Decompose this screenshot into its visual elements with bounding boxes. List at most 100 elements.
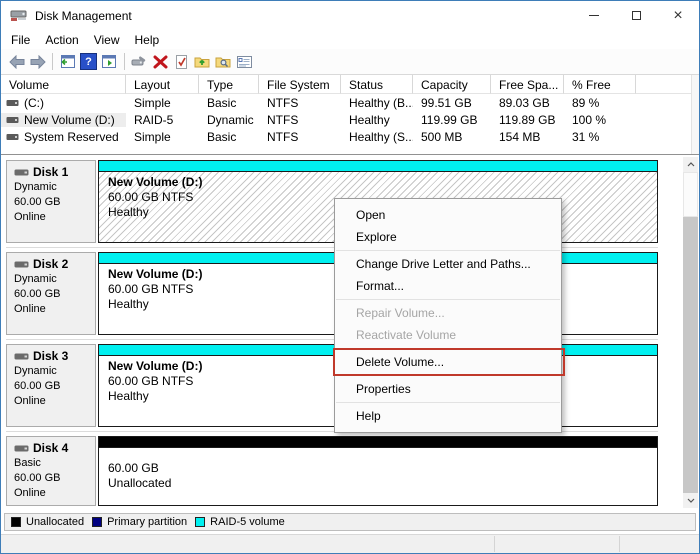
disk2-name: Disk 2 xyxy=(14,257,91,272)
scroll-down-icon[interactable] xyxy=(683,493,698,508)
scrollbar-thumb[interactable] xyxy=(683,172,698,217)
volume-list-header: Volume Layout Type File System Status Ca… xyxy=(1,75,699,94)
scroll-up-icon[interactable] xyxy=(683,157,698,172)
menu-item-change-drive-letter[interactable]: Change Drive Letter and Paths... xyxy=(335,253,561,275)
maximize-button[interactable] xyxy=(615,1,657,30)
action-pane-icon[interactable] xyxy=(100,53,119,71)
menu-view[interactable]: View xyxy=(94,33,120,47)
pct-free-cell: 89 % xyxy=(564,96,636,110)
disk3-size: 60.00 GB xyxy=(14,379,91,394)
minimize-button[interactable] xyxy=(573,1,615,30)
column-header-capacity[interactable]: Capacity xyxy=(413,75,491,94)
volume-cell: New Volume (D:) xyxy=(1,113,126,127)
disk1-kind: Dynamic xyxy=(14,180,91,195)
disk-row-4: Disk 4 Basic 60.00 GB Online 60.00 GB Un… xyxy=(6,436,658,506)
volume-info: 60.00 GB xyxy=(108,461,657,476)
legend-bar: Unallocated Primary partition RAID-5 vol… xyxy=(4,513,696,531)
back-icon[interactable] xyxy=(7,53,26,71)
menu-help[interactable]: Help xyxy=(135,33,160,47)
column-header-status[interactable]: Status xyxy=(341,75,413,94)
maximize-icon xyxy=(632,11,641,20)
menu-separator xyxy=(336,348,560,349)
explore-folder-icon[interactable] xyxy=(214,53,233,71)
menu-item-open[interactable]: Open xyxy=(335,204,561,226)
disk1-name: Disk 1 xyxy=(14,165,91,180)
raid5-strip xyxy=(99,161,657,172)
column-header-type[interactable]: Type xyxy=(199,75,259,94)
menu-separator xyxy=(336,375,560,376)
delete-volume-wrapper: Delete Volume... xyxy=(335,351,561,373)
primary-partition-swatch xyxy=(92,517,102,527)
menu-item-properties[interactable]: Properties xyxy=(335,378,561,400)
window-controls: × xyxy=(573,1,699,30)
disk4-panel[interactable]: Disk 4 Basic 60.00 GB Online xyxy=(6,436,96,506)
disk-icon xyxy=(14,352,29,361)
disk-icon xyxy=(14,168,29,177)
drive-icon xyxy=(6,116,19,124)
menu-action[interactable]: Action xyxy=(45,33,78,47)
disk4-volume-bar[interactable]: 60.00 GB Unallocated xyxy=(98,436,658,506)
volume-row-new-volume-d[interactable]: New Volume (D:) RAID-5 Dynamic NTFS Heal… xyxy=(1,111,699,128)
layout-cell: Simple xyxy=(126,130,199,144)
menubar: File Action View Help xyxy=(1,30,699,49)
capacity-cell: 500 MB xyxy=(413,130,491,144)
type-cell: Basic xyxy=(199,130,259,144)
pct-free-cell: 100 % xyxy=(564,113,636,127)
forward-icon[interactable] xyxy=(28,53,47,71)
file-system-cell: NTFS xyxy=(259,113,341,127)
menu-separator xyxy=(336,250,560,251)
status-cell: Healthy xyxy=(341,113,413,127)
free-space-cell: 119.89 GB xyxy=(491,113,564,127)
volume-context-menu: Open Explore Change Drive Letter and Pat… xyxy=(334,198,562,433)
properties-icon[interactable] xyxy=(235,53,254,71)
toolbar-separator xyxy=(124,53,125,70)
menu-item-help[interactable]: Help xyxy=(335,405,561,427)
disk-pane-scrollbar[interactable] xyxy=(683,157,698,508)
column-header-free-space[interactable]: Free Spa... xyxy=(491,75,564,94)
disk2-kind: Dynamic xyxy=(14,272,91,287)
disk-management-app-icon xyxy=(10,8,28,24)
volume-row-c[interactable]: (C:) Simple Basic NTFS Healthy (B... 99.… xyxy=(1,94,699,111)
drive-icon xyxy=(6,133,19,141)
column-header-file-system[interactable]: File System xyxy=(259,75,341,94)
disk1-panel[interactable]: Disk 1 Dynamic 60.00 GB Online xyxy=(6,160,96,243)
console-tree-icon[interactable] xyxy=(58,53,77,71)
volume-cell: (C:) xyxy=(1,96,126,110)
disk2-status: Online xyxy=(14,302,91,317)
disk3-panel[interactable]: Disk 3 Dynamic 60.00 GB Online xyxy=(6,344,96,427)
volume-row-system-reserved[interactable]: System Reserved Simple Basic NTFS Health… xyxy=(1,128,699,145)
menu-item-explore[interactable]: Explore xyxy=(335,226,561,248)
menu-item-reactivate-volume: Reactivate Volume xyxy=(335,324,561,346)
help-icon[interactable]: ? xyxy=(79,53,98,71)
column-header-layout[interactable]: Layout xyxy=(126,75,199,94)
disk1-status: Online xyxy=(14,210,91,225)
legend-label: Primary partition xyxy=(107,516,187,528)
delete-icon[interactable] xyxy=(151,53,170,71)
close-icon: × xyxy=(673,8,682,24)
column-header-volume[interactable]: Volume xyxy=(1,75,126,94)
mark-active-icon[interactable] xyxy=(172,53,191,71)
titlebar: Disk Management × xyxy=(1,1,699,30)
disk4-size: 60.00 GB xyxy=(14,471,91,486)
menu-separator xyxy=(336,402,560,403)
volume-list-scrollbar[interactable] xyxy=(691,75,699,154)
menu-item-delete-volume[interactable]: Delete Volume... xyxy=(335,351,561,373)
legend-label: Unallocated xyxy=(26,516,84,528)
open-folder-icon[interactable] xyxy=(193,53,212,71)
disk4-kind: Basic xyxy=(14,456,91,471)
scrollbar-track[interactable] xyxy=(683,217,698,493)
unallocated-swatch xyxy=(11,517,21,527)
close-button[interactable]: × xyxy=(657,1,699,30)
raid5-volume-swatch xyxy=(195,517,205,527)
menu-item-format[interactable]: Format... xyxy=(335,275,561,297)
disk-icon xyxy=(14,260,29,269)
file-system-cell: NTFS xyxy=(259,130,341,144)
capacity-cell: 99.51 GB xyxy=(413,96,491,110)
legend-primary-partition: Primary partition xyxy=(92,516,187,528)
disk-management-window: Disk Management × File Action View Help xyxy=(0,0,700,554)
rescan-disks-icon[interactable] xyxy=(130,53,149,71)
disk4-volume-body: 60.00 GB Unallocated xyxy=(99,448,657,505)
menu-file[interactable]: File xyxy=(11,33,30,47)
disk2-panel[interactable]: Disk 2 Dynamic 60.00 GB Online xyxy=(6,252,96,335)
column-header-pct-free[interactable]: % Free xyxy=(564,75,636,94)
